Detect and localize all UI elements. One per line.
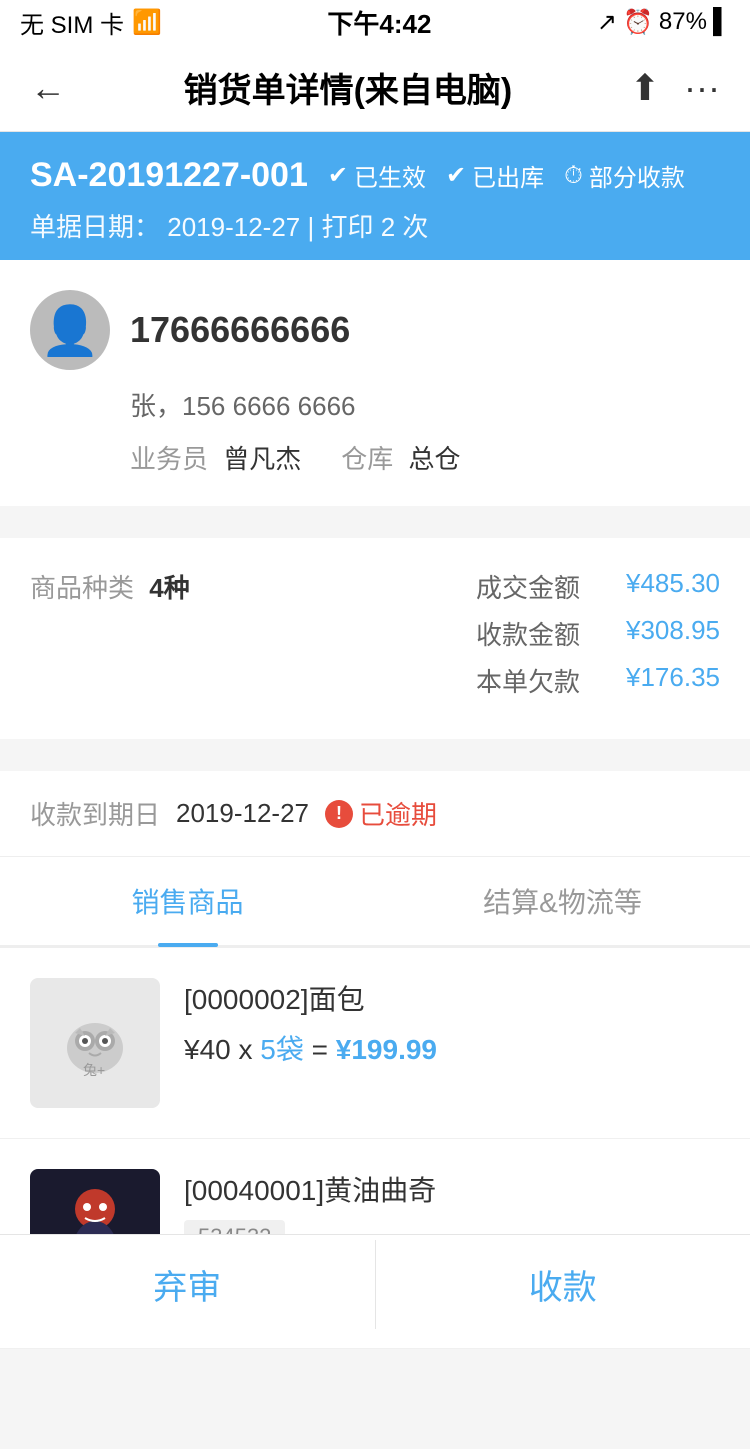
warehouse-value: 总仓 — [409, 444, 461, 474]
tab-sales-products[interactable]: 销售商品 — [0, 857, 375, 945]
avatar: 👤 — [30, 290, 110, 370]
list-item: 兔+ [0000002]面包 ¥40 x 5袋 = ¥199.99 — [0, 948, 750, 1139]
abandon-review-button[interactable]: 弃审 — [0, 1240, 376, 1329]
print-label: | 打印 — [307, 212, 373, 242]
sales-label: 业务员 — [130, 444, 208, 474]
check-shipped-icon: ✔ — [446, 161, 466, 190]
price-x-1: x — [239, 1034, 261, 1065]
nav-icons: ⬆ ··· — [630, 67, 720, 109]
divider-2 — [0, 755, 750, 771]
price-value-1: ¥40 — [184, 1034, 231, 1065]
sales-person-value: 曾凡杰 — [223, 444, 301, 474]
alarm-icon: ⏰ — [623, 8, 653, 37]
warehouse-info: 仓库 总仓 — [341, 439, 460, 476]
price-eq-1: = — [312, 1034, 336, 1065]
print-suffix: 次 — [402, 212, 428, 242]
status-right: ↗ ⏰ 87% ▌ — [597, 8, 730, 37]
summary-row: 商品种类 4种 成交金额 ¥485.30 收款金额 ¥308.95 本单欠款 ¥… — [30, 568, 720, 709]
product-type-label: 商品种类 — [30, 573, 134, 603]
transaction-row: 成交金额 ¥485.30 — [476, 568, 720, 605]
warehouse-label: 仓库 — [341, 444, 393, 474]
bottom-bar: 弃审 收款 — [0, 1234, 750, 1334]
clock-icon: ⏱ — [564, 162, 583, 190]
product-thumbnail-1: 兔+ — [30, 978, 160, 1108]
order-info-row: SA-20191227-001 ✔ 已生效 ✔ 已出库 ⏱ 部分收款 — [30, 156, 720, 195]
wifi-icon: 📶 — [132, 8, 162, 37]
order-date: 2019-12-27 — [167, 212, 300, 242]
tabs-row: 销售商品 结算&物流等 — [0, 857, 750, 947]
person-icon: 👤 — [40, 302, 100, 359]
transaction-label: 成交金额 — [476, 568, 580, 605]
divider-1 — [0, 522, 750, 538]
header-banner: SA-20191227-001 ✔ 已生效 ✔ 已出库 ⏱ 部分收款 单据日期：… — [0, 132, 750, 260]
battery-label: 87% — [659, 8, 707, 36]
customer-phone: 17666666666 — [130, 309, 350, 351]
product-name-1: [0000002]面包 — [184, 978, 720, 1018]
due-date-label: 收款到期日 — [30, 795, 160, 832]
product-price-1: ¥40 x 5袋 = ¥199.99 — [184, 1028, 720, 1068]
header-date: 单据日期： 2019-12-27 | 打印 2 次 — [30, 207, 720, 244]
sales-info: 业务员 曾凡杰 — [130, 439, 301, 476]
location-icon: ↗ — [597, 8, 617, 37]
customer-name-detail: 张，156 6666 6666 — [30, 386, 720, 423]
bottom-spacer — [0, 1349, 750, 1449]
owed-value: ¥176.35 — [600, 662, 720, 699]
product-type-info: 商品种类 4种 — [30, 568, 190, 605]
more-icon[interactable]: ··· — [684, 67, 720, 109]
svg-text:兔+: 兔+ — [83, 1062, 105, 1078]
received-value: ¥308.95 — [600, 615, 720, 652]
share-icon[interactable]: ⬆ — [630, 67, 660, 109]
transaction-value: ¥485.30 — [600, 568, 720, 605]
qty-value-1: 5袋 — [260, 1034, 304, 1065]
overdue-badge: ! 已逾期 — [325, 795, 437, 832]
owed-label: 本单欠款 — [476, 662, 580, 699]
owed-row: 本单欠款 ¥176.35 — [476, 662, 720, 699]
no-sim-label: 无 SIM 卡 — [20, 5, 124, 40]
received-label: 收款金额 — [476, 615, 580, 652]
status-partial-label: 部分收款 — [589, 158, 685, 193]
check-effective-icon: ✔ — [328, 161, 348, 190]
page-title: 销货单详情(来自电脑) — [184, 63, 513, 112]
print-count: 2 — [381, 212, 395, 242]
tab-settlement-label: 结算&物流等 — [483, 887, 642, 918]
total-value-1: ¥199.99 — [336, 1034, 437, 1065]
received-row: 收款金额 ¥308.95 — [476, 615, 720, 652]
product-name-2: [00040001]黄油曲奇 — [184, 1169, 720, 1209]
date-label: 单据日期： — [30, 212, 160, 242]
status-bar: 无 SIM 卡 📶 下午4:42 ↗ ⏰ 87% ▌ — [0, 0, 750, 44]
tabs-section: 销售商品 结算&物流等 — [0, 857, 750, 948]
status-shipped: ✔ 已出库 — [446, 158, 544, 193]
customer-header-row: 👤 17666666666 — [30, 290, 720, 370]
thumb-placeholder-1: 兔+ — [30, 978, 160, 1108]
product-type-value: 4种 — [149, 573, 189, 603]
status-time: 下午4:42 — [327, 4, 431, 41]
battery-icon: ▌ — [713, 8, 730, 36]
collect-payment-button[interactable]: 收款 — [376, 1240, 750, 1329]
financial-summary: 成交金额 ¥485.30 收款金额 ¥308.95 本单欠款 ¥176.35 — [476, 568, 720, 709]
status-left: 无 SIM 卡 📶 — [20, 5, 162, 40]
overdue-label: 已逾期 — [359, 795, 437, 832]
tab-settlement[interactable]: 结算&物流等 — [375, 857, 750, 945]
status-effective: ✔ 已生效 — [328, 158, 426, 193]
status-partial: ⏱ 部分收款 — [564, 158, 685, 193]
customer-section: 👤 17666666666 张，156 6666 6666 业务员 曾凡杰 仓库… — [0, 260, 750, 506]
customer-meta-row: 业务员 曾凡杰 仓库 总仓 — [30, 439, 720, 476]
order-number: SA-20191227-001 — [30, 156, 308, 195]
due-date-value: 2019-12-27 — [176, 798, 309, 829]
back-button[interactable]: ← — [30, 67, 66, 109]
status-effective-label: 已生效 — [354, 158, 426, 193]
tab-sales-label: 销售商品 — [131, 887, 243, 918]
nav-bar: ← 销货单详情(来自电脑) ⬆ ··· — [0, 44, 750, 132]
due-date-section: 收款到期日 2019-12-27 ! 已逾期 — [0, 771, 750, 857]
status-shipped-label: 已出库 — [472, 158, 544, 193]
overdue-icon: ! — [325, 800, 353, 828]
summary-section: 商品种类 4种 成交金额 ¥485.30 收款金额 ¥308.95 本单欠款 ¥… — [0, 538, 750, 739]
owl-icon: 兔+ — [55, 1003, 135, 1083]
product-info-1: [0000002]面包 ¥40 x 5袋 = ¥199.99 — [184, 978, 720, 1068]
